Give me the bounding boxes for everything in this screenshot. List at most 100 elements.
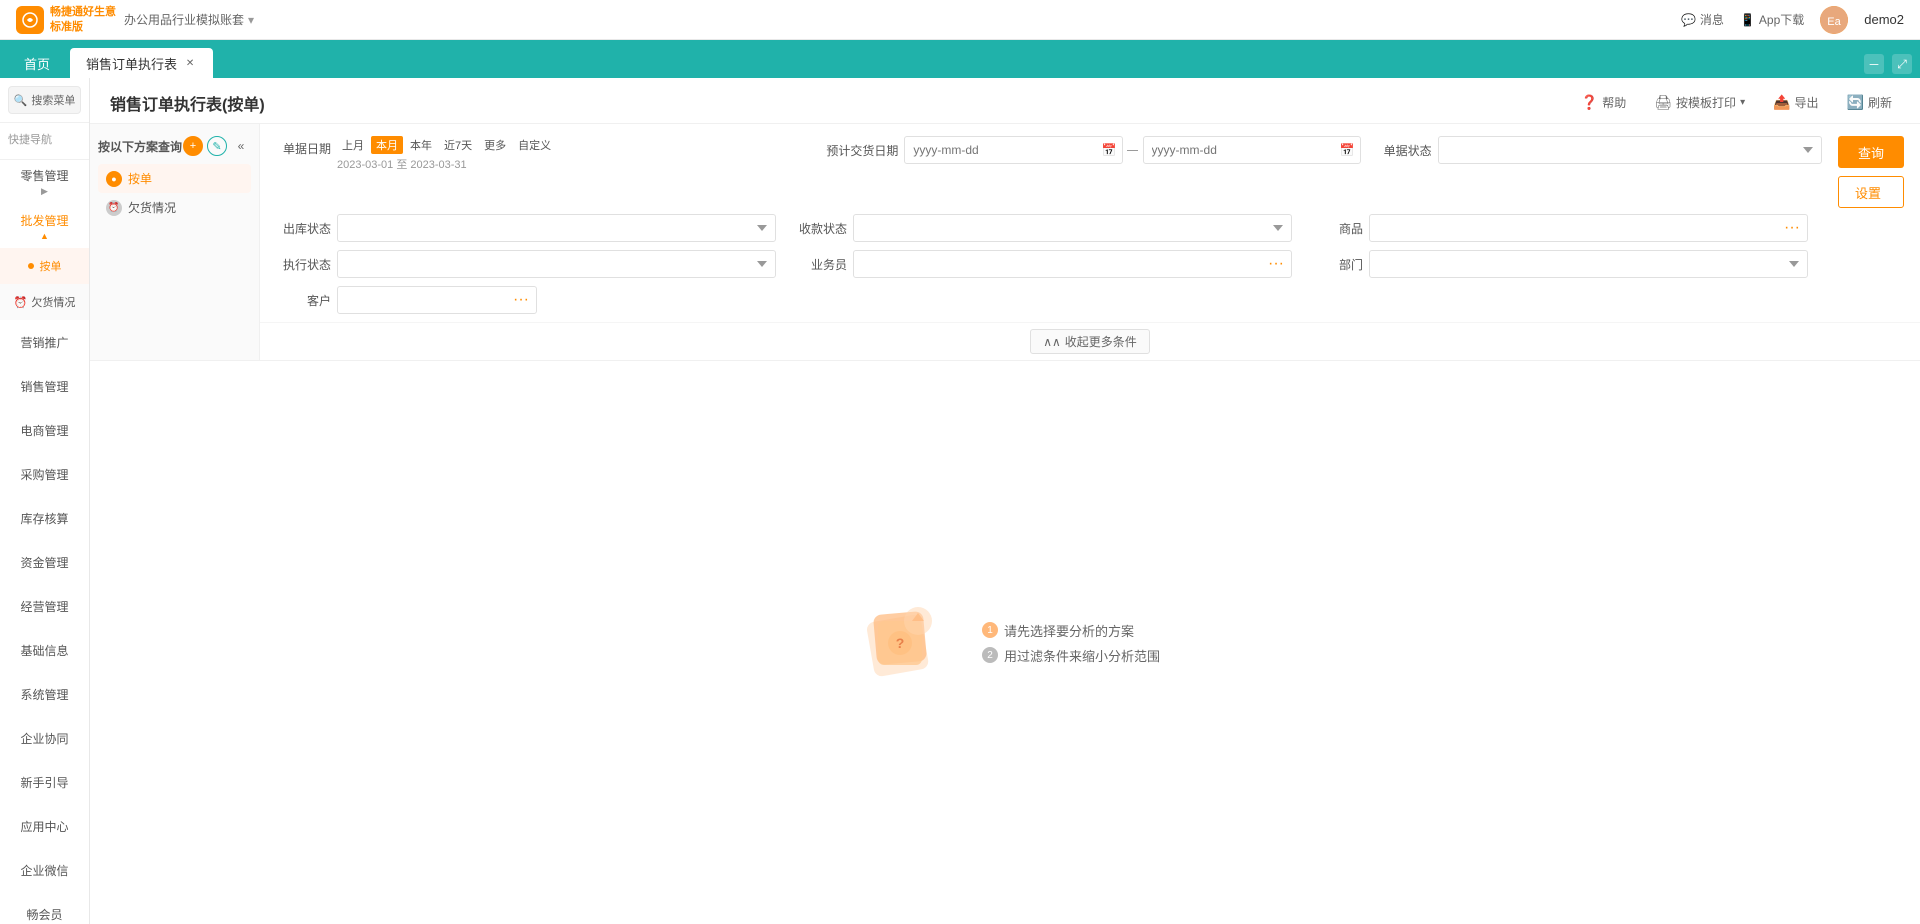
customer-input[interactable] xyxy=(337,286,537,314)
panel-collapse-button[interactable]: « xyxy=(231,136,251,156)
filter-scheme-anDan[interactable]: ● 按单 xyxy=(98,164,251,193)
delivery-status-select[interactable] xyxy=(337,214,776,242)
search-menu-label: 搜索菜单 xyxy=(31,92,75,108)
expected-date-inputs: 📅 一 📅 xyxy=(904,136,1360,164)
wholesale-expand-icon: ▲ xyxy=(40,231,49,241)
tab-home[interactable]: 首页 xyxy=(8,48,66,78)
sidebar-item-marketing[interactable]: 营销推广 xyxy=(0,320,89,364)
doc-status-select[interactable] xyxy=(1438,136,1822,164)
sidebar-item-ecommerce[interactable]: 电商管理 xyxy=(0,408,89,452)
salesperson-dots-icon[interactable]: ··· xyxy=(1268,255,1284,273)
filter-form-container: 单据日期 上月 本月 本年 近7天 更多 自定义 20 xyxy=(260,124,1920,360)
help-icon: ❓ xyxy=(1581,94,1598,111)
department-field: 部门 xyxy=(1308,250,1808,278)
tab-minimize-button[interactable]: － xyxy=(1864,54,1884,74)
date-tab-this-year[interactable]: 本年 xyxy=(405,136,437,154)
date-range-display: 2023-03-01 至 2023-03-31 xyxy=(337,156,810,172)
sidebar-item-appstore-label: 应用中心 xyxy=(20,818,68,835)
doc-status-field: 单据状态 xyxy=(1377,136,1822,164)
sidebar-item-enterprise[interactable]: 企业协同 xyxy=(0,716,89,760)
salesperson-input[interactable] xyxy=(853,250,1292,278)
product-field: 商品 ··· xyxy=(1308,214,1808,242)
sidebar-submenu-anDan[interactable]: 按单 xyxy=(0,248,89,284)
tab-close-icon[interactable]: ✕ xyxy=(183,56,197,70)
filter-panel-title: 按以下方案查询 xyxy=(98,138,182,155)
filter-scheme-qianHuo[interactable]: ⏰ 欠货情况 xyxy=(98,193,251,222)
product-control: ··· xyxy=(1369,214,1808,242)
sidebar-item-wholesale[interactable]: 批发管理 ▲ xyxy=(0,204,89,248)
app-download-icon: 📱 xyxy=(1740,13,1755,27)
sidebar-item-sales[interactable]: 销售管理 xyxy=(0,364,89,408)
delivery-status-field: 出库状态 xyxy=(276,214,776,242)
sidebar-submenu-qianHuo[interactable]: ⏰ 欠货情况 xyxy=(0,284,89,320)
scheme-anDan-label: 按单 xyxy=(128,170,152,187)
submenu-anDan-label: 按单 xyxy=(40,258,62,274)
quick-nav-label: 快捷导航 xyxy=(8,131,81,147)
sidebar-item-finance-label: 资金管理 xyxy=(20,554,68,571)
execution-status-select[interactable] xyxy=(337,250,776,278)
sidebar-item-basic[interactable]: 基础信息 xyxy=(0,628,89,672)
sidebar-item-purchase[interactable]: 采购管理 xyxy=(0,452,89,496)
sidebar-item-newuser[interactable]: 新手引导 xyxy=(0,760,89,804)
customer-dots-icon[interactable]: ··· xyxy=(513,291,529,309)
scheme-anDan-icon: ● xyxy=(106,171,122,187)
sidebar-menu-group: 零售管理 ▶ 批发管理 ▲ 按单 ⏰ 欠货情况 营销推广 xyxy=(0,160,89,924)
sidebar-item-retail[interactable]: 零售管理 ▶ xyxy=(0,160,89,204)
breadcrumb-chevron-icon[interactable]: ▾ xyxy=(248,13,254,27)
template-print-button[interactable]: 🖨 按模板打印 ▾ xyxy=(1646,90,1753,115)
app-download-label: App下载 xyxy=(1759,11,1804,28)
date-tab-7days[interactable]: 近7天 xyxy=(439,136,477,154)
empty-illustration: ? xyxy=(850,593,950,693)
settings-button[interactable]: 设置 xyxy=(1838,176,1904,208)
collapse-row: ∧∧ 收起更多条件 xyxy=(260,322,1920,360)
scheme-qianHuo-label: 欠货情况 xyxy=(128,199,176,216)
expected-date-start-input[interactable] xyxy=(904,136,1122,164)
page-content: 销售订单执行表(按单) ❓ 帮助 🖨 按模板打印 ▾ 📤 导出 xyxy=(90,78,1920,924)
print-icon: 🖨 xyxy=(1654,94,1672,111)
date-tab-this-month[interactable]: 本月 xyxy=(371,136,403,154)
export-button[interactable]: 📤 导出 xyxy=(1765,90,1826,115)
app-download-button[interactable]: 📱 App下载 xyxy=(1740,11,1804,28)
product-dots-icon[interactable]: ··· xyxy=(1784,219,1800,237)
refresh-button[interactable]: 🔄 刷新 xyxy=(1839,90,1900,115)
sidebar-item-inventory[interactable]: 库存核算 xyxy=(0,496,89,540)
template-print-label: 按模板打印 xyxy=(1676,94,1736,111)
sidebar-item-appstore[interactable]: 应用中心 xyxy=(0,804,89,848)
department-select[interactable] xyxy=(1369,250,1808,278)
user-name[interactable]: demo2 xyxy=(1864,12,1904,27)
execution-status-label: 执行状态 xyxy=(276,256,331,273)
expected-date-end-input[interactable] xyxy=(1143,136,1361,164)
sidebar-item-member[interactable]: 畅会员 xyxy=(0,892,89,924)
edit-scheme-button[interactable]: ✎ xyxy=(207,136,227,156)
query-button[interactable]: 查询 xyxy=(1838,136,1904,168)
sidebar-item-system[interactable]: 系统管理 xyxy=(0,672,89,716)
hint-num-2: 2 xyxy=(982,647,998,663)
collection-status-select[interactable] xyxy=(853,214,1292,242)
add-scheme-button[interactable]: + xyxy=(183,136,203,156)
sidebar-item-finance[interactable]: 资金管理 xyxy=(0,540,89,584)
date-tab-more[interactable]: 更多 xyxy=(479,136,511,154)
help-button[interactable]: ❓ 帮助 xyxy=(1573,90,1634,115)
message-label: 消息 xyxy=(1700,11,1724,28)
wholesale-submenu: 按单 ⏰ 欠货情况 xyxy=(0,248,89,320)
execution-status-control xyxy=(337,250,776,278)
search-menu-button[interactable]: 🔍 搜索菜单 xyxy=(8,86,81,114)
tab-sales-order[interactable]: 销售订单执行表 ✕ xyxy=(70,48,213,78)
sidebar-item-wechat[interactable]: 企业微信 xyxy=(0,848,89,892)
doc-status-label: 单据状态 xyxy=(1377,142,1432,159)
product-input[interactable] xyxy=(1369,214,1808,242)
date-tab-last-month[interactable]: 上月 xyxy=(337,136,369,154)
message-button[interactable]: 💬 消息 xyxy=(1681,11,1724,28)
empty-text-container: 1 请先选择要分析的方案 2 用过滤条件来缩小分析范围 xyxy=(982,621,1160,665)
tab-maximize-button[interactable]: ⤢ xyxy=(1892,54,1912,74)
tab-home-label: 首页 xyxy=(24,54,50,73)
logo-area: 畅捷通好生意 标准版 xyxy=(16,5,116,34)
sidebar-item-sales-label: 销售管理 xyxy=(20,378,68,395)
date-tab-custom[interactable]: 自定义 xyxy=(513,136,556,154)
sidebar-item-operations[interactable]: 经营管理 xyxy=(0,584,89,628)
customer-control: ··· xyxy=(337,286,537,314)
expected-date-field: 预计交货日期 📅 一 📅 xyxy=(826,136,1360,164)
breadcrumb: 办公用品行业模拟账套 ▾ xyxy=(124,11,254,28)
delivery-status-label: 出库状态 xyxy=(276,220,331,237)
collapse-button[interactable]: ∧∧ 收起更多条件 xyxy=(1030,329,1150,354)
